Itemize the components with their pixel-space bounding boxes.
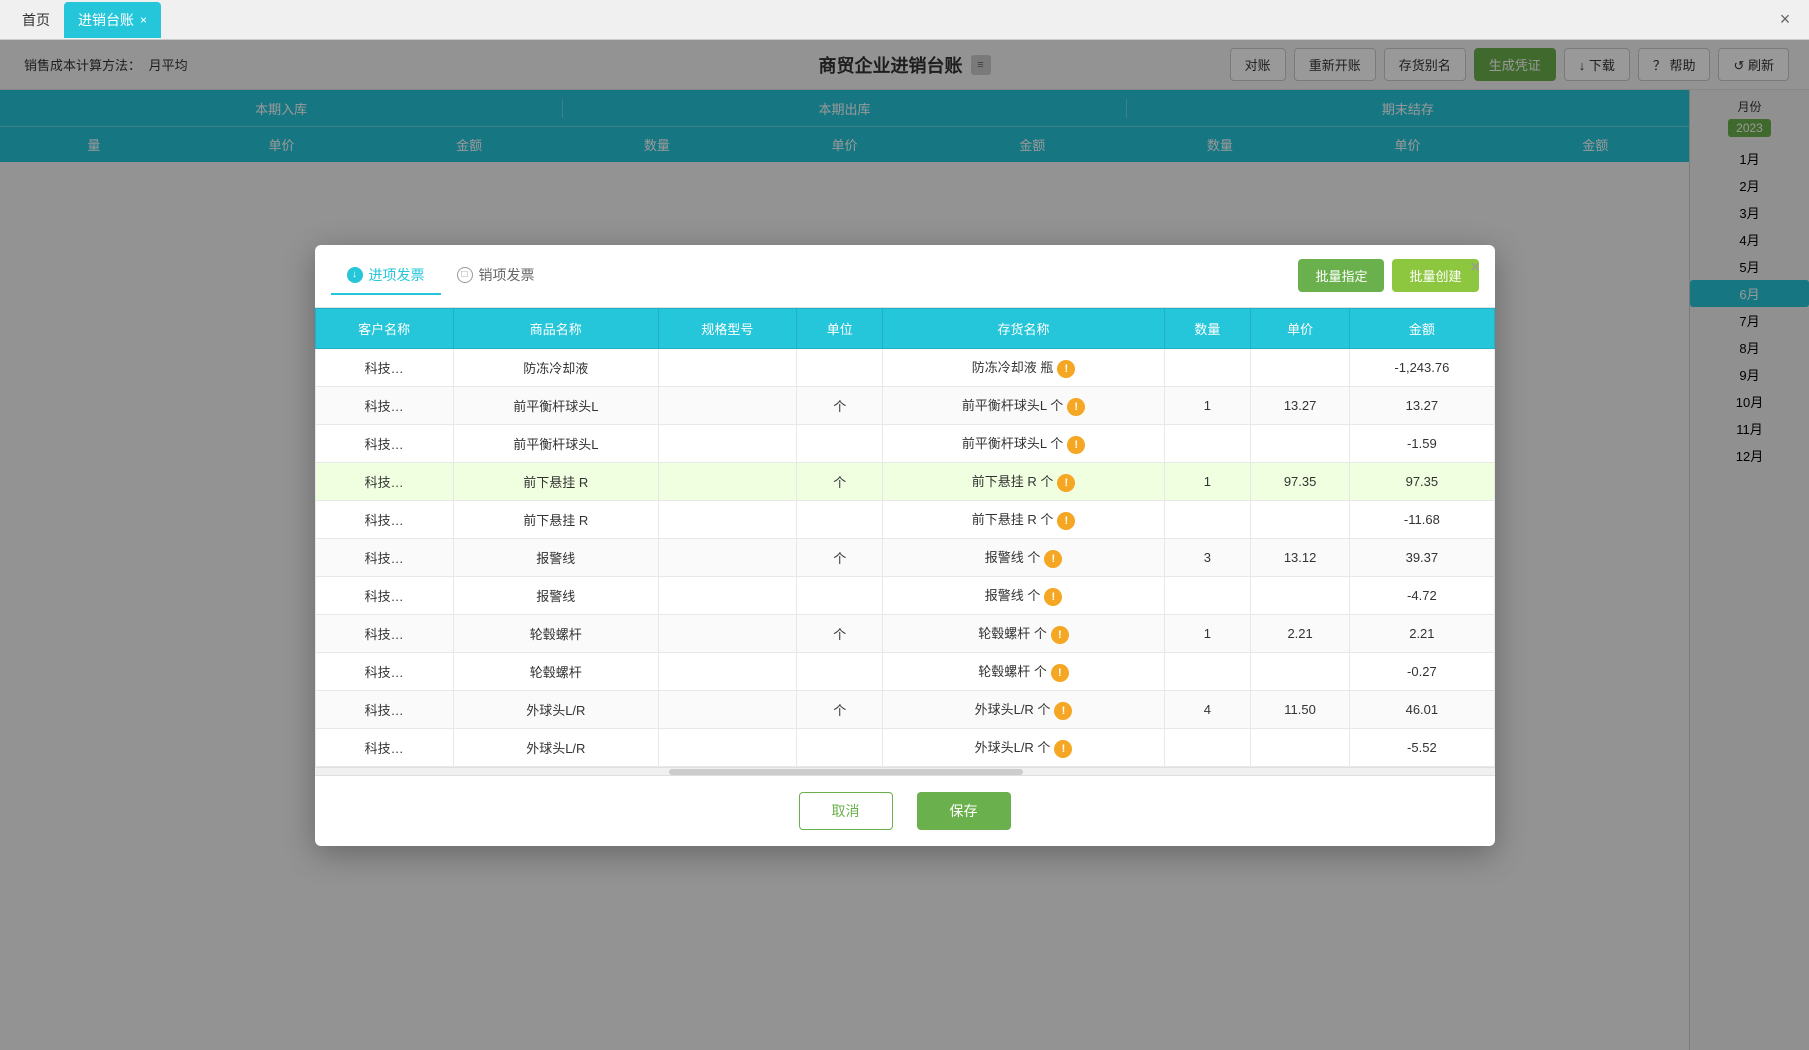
tab-bar: 首页 进销台账 × × xyxy=(0,0,1809,40)
tab-home[interactable]: 首页 xyxy=(8,2,64,38)
warning-icon: ! xyxy=(1067,436,1085,454)
table-row[interactable]: 科技…防冻冷却液防冻冷却液 瓶!-1,243.76 xyxy=(315,348,1494,386)
stock-name-text: 报警线 个 xyxy=(985,588,1041,603)
scrollbar-thumb xyxy=(669,769,1023,775)
warning-icon: ! xyxy=(1051,626,1069,644)
modal-close-button[interactable]: × xyxy=(1470,257,1481,278)
warning-icon: ! xyxy=(1057,474,1075,492)
table-row[interactable]: 科技…前下悬挂 R前下悬挂 R 个!-11.68 xyxy=(315,500,1494,538)
col-stock-name: 存货名称 xyxy=(883,308,1164,348)
output-invoice-label: 销项发票 xyxy=(479,265,535,285)
stock-name-text: 前平衡杆球头L 个 xyxy=(962,436,1063,451)
modal-table: 客户名称 商品名称 规格型号 单位 存货名称 数量 单价 金额 科技…防冻冷却液… xyxy=(315,308,1495,767)
table-row[interactable]: 科技…前平衡杆球头L前平衡杆球头L 个!-1.59 xyxy=(315,424,1494,462)
col-amount: 金额 xyxy=(1350,308,1494,348)
modal-dialog: ↓ 进项发票 □ 销项发票 批量指定 批量创建 × 客户 xyxy=(315,245,1495,846)
modal-table-wrap[interactable]: 客户名称 商品名称 规格型号 单位 存货名称 数量 单价 金额 科技…防冻冷却液… xyxy=(315,308,1495,767)
input-invoice-label: 进项发票 xyxy=(369,265,425,285)
save-button[interactable]: 保存 xyxy=(917,792,1011,830)
table-header-row: 客户名称 商品名称 规格型号 单位 存货名称 数量 单价 金额 xyxy=(315,308,1494,348)
stock-name-text: 外球头L/R 个 xyxy=(975,702,1051,717)
horizontal-scrollbar[interactable] xyxy=(315,767,1495,775)
batch-assign-button[interactable]: 批量指定 xyxy=(1298,259,1384,292)
table-row[interactable]: 科技…外球头L/R外球头L/R 个!-5.52 xyxy=(315,728,1494,766)
tab-input-invoice[interactable]: ↓ 进项发票 xyxy=(331,257,441,295)
stock-name-text: 前下悬挂 R 个 xyxy=(972,512,1054,527)
warning-icon: ! xyxy=(1044,550,1062,568)
stock-name-text: 前平衡杆球头L 个 xyxy=(962,398,1063,413)
stock-name-text: 轮毂螺杆 个 xyxy=(978,626,1047,641)
modal-overlay: ↓ 进项发票 □ 销项发票 批量指定 批量创建 × 客户 xyxy=(0,40,1809,1050)
warning-icon: ! xyxy=(1044,588,1062,606)
modal-header: ↓ 进项发票 □ 销项发票 批量指定 批量创建 × xyxy=(315,245,1495,308)
warning-icon: ! xyxy=(1057,512,1075,530)
warning-icon: ! xyxy=(1067,398,1085,416)
cancel-button[interactable]: 取消 xyxy=(799,792,893,830)
stock-name-text: 报警线 个 xyxy=(985,550,1041,565)
modal-header-actions: 批量指定 批量创建 xyxy=(1298,259,1478,292)
modal-table-body: 科技…防冻冷却液防冻冷却液 瓶!-1,243.76科技…前平衡杆球头L个前平衡杆… xyxy=(315,348,1494,766)
main-area: 销售成本计算方法： 月平均 商贸企业进销台账 ≡ 对账 重新开账 存货别名 生成… xyxy=(0,40,1809,1050)
batch-create-button[interactable]: 批量创建 xyxy=(1392,259,1478,292)
stock-name-text: 轮毂螺杆 个 xyxy=(978,664,1047,679)
table-row[interactable]: 科技…报警线报警线 个!-4.72 xyxy=(315,576,1494,614)
stock-name-text: 前下悬挂 R 个 xyxy=(972,474,1054,489)
table-row[interactable]: 科技…外球头L/R个外球头L/R 个!411.5046.01 xyxy=(315,690,1494,728)
warning-icon: ! xyxy=(1054,702,1072,720)
stock-name-text: 防冻冷却液 瓶 xyxy=(972,360,1054,375)
output-invoice-icon: □ xyxy=(457,267,473,283)
modal-footer: 取消 保存 xyxy=(315,775,1495,846)
tab-close-button[interactable]: × xyxy=(140,13,147,27)
app-close-button[interactable]: × xyxy=(1769,4,1801,36)
tab-ledger-label: 进销台账 xyxy=(78,10,134,30)
table-row[interactable]: 科技…前下悬挂 R个前下悬挂 R 个!197.3597.35 xyxy=(315,462,1494,500)
warning-icon: ! xyxy=(1051,664,1069,682)
input-invoice-icon: ↓ xyxy=(347,267,363,283)
col-customer: 客户名称 xyxy=(315,308,453,348)
table-row[interactable]: 科技…轮毂螺杆轮毂螺杆 个!-0.27 xyxy=(315,652,1494,690)
col-product-name: 商品名称 xyxy=(453,308,658,348)
warning-icon: ! xyxy=(1054,740,1072,758)
col-price: 单价 xyxy=(1250,308,1349,348)
table-row[interactable]: 科技…轮毂螺杆个轮毂螺杆 个!12.212.21 xyxy=(315,614,1494,652)
col-qty: 数量 xyxy=(1164,308,1250,348)
table-row[interactable]: 科技…前平衡杆球头L个前平衡杆球头L 个!113.2713.27 xyxy=(315,386,1494,424)
stock-name-text: 外球头L/R 个 xyxy=(975,740,1051,755)
table-row[interactable]: 科技…报警线个报警线 个!313.1239.37 xyxy=(315,538,1494,576)
col-spec: 规格型号 xyxy=(658,308,796,348)
tab-ledger[interactable]: 进销台账 × xyxy=(64,2,161,38)
warning-icon: ! xyxy=(1057,360,1075,378)
col-unit: 单位 xyxy=(797,308,883,348)
tab-output-invoice[interactable]: □ 销项发票 xyxy=(441,257,551,295)
